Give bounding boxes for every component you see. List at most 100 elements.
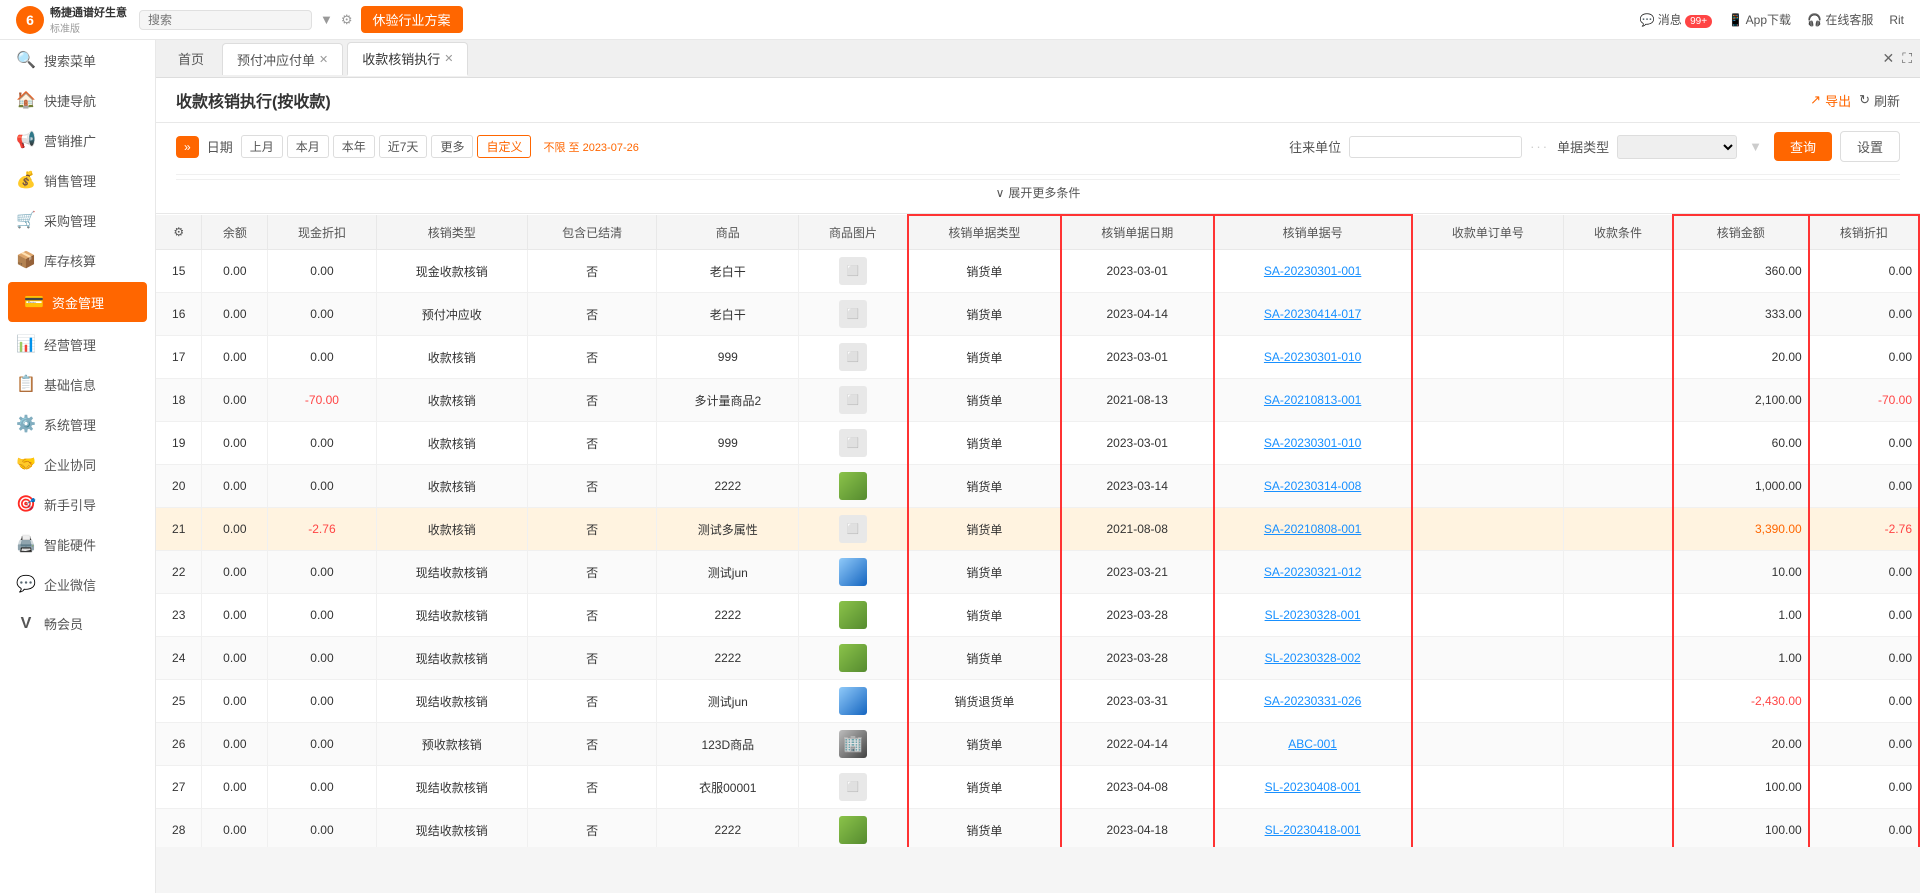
date-btn-more[interactable]: 更多 [431,135,473,158]
sidebar-item-wechat[interactable]: 💬 企业微信 [0,564,155,604]
row-verify-bill-no[interactable]: SL-20230328-002 [1214,637,1412,680]
export-button[interactable]: ↗ 导出 [1810,91,1851,110]
row-verify-bill-no[interactable]: SA-20210813-001 [1214,379,1412,422]
sidebar-item-collab[interactable]: 🤝 企业协同 [0,444,155,484]
table-header-row: ⚙ 余额 现金折扣 核销类型 包含已结清 商品 商品图片 核销单据类型 核销单据… [156,215,1919,250]
row-verify-type: 收款核销 [376,508,527,551]
sidebar-item-basics[interactable]: 📋 基础信息 [0,364,155,404]
sidebar-item-sales[interactable]: 💰 销售管理 [0,160,155,200]
date-btn-this-year[interactable]: 本年 [333,135,375,158]
row-no: 18 [156,379,202,422]
messages-icon[interactable]: 💬 消息 99+ [1639,11,1712,28]
gear-icon[interactable]: ⚙ [341,12,353,28]
sidebar-item-nav[interactable]: 🏠 快捷导航 [0,80,155,120]
sidebar-item-marketing[interactable]: 📢 营销推广 [0,120,155,160]
row-verify-discount: -2.76 [1809,508,1919,551]
row-verify-bill-no[interactable]: SL-20230328-001 [1214,594,1412,637]
row-verify-bill-date: 2023-03-01 [1061,336,1214,379]
row-verify-bill-no[interactable]: SA-20230301-001 [1214,250,1412,293]
row-no: 15 [156,250,202,293]
table-row: 150.000.00现金收款核销否老白干⬜销货单2023-03-01SA-202… [156,250,1919,293]
row-receipt-condition [1564,379,1673,422]
tab-prepay-close[interactable]: ✕ [319,53,328,66]
search-icon: 🔍 [16,50,36,70]
sidebar-item-hardware[interactable]: 🖨️ 智能硬件 [0,524,155,564]
marketing-icon: 📢 [16,130,36,150]
row-verify-bill-no[interactable]: SA-20210808-001 [1214,508,1412,551]
tab-verify-close[interactable]: ✕ [444,52,453,65]
row-goods-img: ⬜ [799,422,908,465]
sidebar-label-member: 畅会员 [44,614,83,633]
page-title: 收款核销执行(按收款) [176,88,331,112]
row-verify-bill-no[interactable]: SL-20230408-001 [1214,766,1412,809]
row-no: 22 [156,551,202,594]
row-verify-bill-no[interactable]: SL-20230418-001 [1214,809,1412,848]
row-goods: 2222 [657,465,799,508]
from-company-input[interactable] [1349,136,1522,158]
sidebar-item-search[interactable]: 🔍 搜索菜单 [0,40,155,80]
row-goods: 2222 [657,637,799,680]
online-service[interactable]: 🎧 在线客服 [1807,11,1873,28]
row-verify-amount: 1.00 [1673,594,1809,637]
filter-bar: » 日期 上月 本月 本年 近7天 更多 自定义 不限 至 2023-07-26 [156,123,1920,214]
row-verify-bill-no[interactable]: SA-20230301-010 [1214,336,1412,379]
row-verify-bill-no[interactable]: SA-20230321-012 [1214,551,1412,594]
row-goods: 老白干 [657,250,799,293]
row-goods-img [799,809,908,848]
tab-expand-icon[interactable]: ⛶ [1902,50,1912,67]
date-btn-7days[interactable]: 近7天 [379,135,428,158]
row-goods: 测试jun [657,551,799,594]
filter-expand-btn[interactable]: » [176,136,199,158]
sidebar-item-finance[interactable]: 💳 资金管理 [8,282,147,322]
dropdown-icon[interactable]: ▼ [320,12,333,27]
date-btn-last-month[interactable]: 上月 [241,135,283,158]
purchase-icon: 🛒 [16,210,36,230]
sidebar-item-management[interactable]: 📊 经营管理 [0,324,155,364]
col-verify-amount: 核销金额 [1673,215,1809,250]
row-goods-img: ⬜ [799,250,908,293]
row-verify-bill-no[interactable]: SA-20230331-026 [1214,680,1412,723]
app-download[interactable]: 📱 App下载 [1728,11,1791,28]
industry-btn[interactable]: 休验行业方案 [361,6,463,33]
row-cash-discount: -70.00 [268,379,376,422]
tab-close-all-icon[interactable]: ✕ [1882,50,1894,67]
date-btn-custom[interactable]: 自定义 [477,135,531,158]
row-goods-img: ⬜ [799,293,908,336]
sidebar-item-purchase[interactable]: 🛒 采购管理 [0,200,155,240]
tab-home[interactable]: 首页 [164,43,218,74]
row-goods-img: ⬜ [799,336,908,379]
col-include-settled: 包含已结清 [527,215,657,250]
row-verify-type: 收款核销 [376,422,527,465]
sidebar-item-member[interactable]: V 畅会员 [0,604,155,643]
sidebar-item-inventory[interactable]: 📦 库存核算 [0,240,155,280]
row-goods: 999 [657,422,799,465]
bill-type-select[interactable] [1617,135,1737,159]
settings-button[interactable]: 设置 [1840,131,1900,162]
top-right: 💬 消息 99+ 📱 App下载 🎧 在线客服 Rit [1639,11,1904,28]
row-verify-bill-no[interactable]: SA-20230301-010 [1214,422,1412,465]
refresh-button[interactable]: ↻ 刷新 [1859,91,1900,110]
query-button[interactable]: 查询 [1774,132,1832,161]
row-verify-type: 现结收款核销 [376,594,527,637]
row-verify-amount: 1.00 [1673,637,1809,680]
sidebar-label-hardware: 智能硬件 [44,535,96,554]
row-verify-bill-no[interactable]: SA-20230414-017 [1214,293,1412,336]
sidebar-item-guide[interactable]: 🎯 新手引导 [0,484,155,524]
table-row: 220.000.00现结收款核销否测试jun销货单2023-03-21SA-20… [156,551,1919,594]
row-verify-amount: 60.00 [1673,422,1809,465]
expand-more-btn[interactable]: ∨ 展开更多条件 [176,179,1900,205]
row-balance: 0.00 [202,336,268,379]
col-settings[interactable]: ⚙ [156,215,202,250]
sidebar-item-system[interactable]: ⚙️ 系统管理 [0,404,155,444]
search-input[interactable] [139,10,312,30]
row-verify-bill-no[interactable]: ABC-001 [1214,723,1412,766]
date-btn-this-month[interactable]: 本月 [287,135,329,158]
tab-prepay[interactable]: 预付冲应付单 ✕ [222,43,343,75]
tab-verify[interactable]: 收款核销执行 ✕ [347,42,468,76]
row-goods: 多计量商品2 [657,379,799,422]
row-verify-amount: 2,100.00 [1673,379,1809,422]
col-balance: 余额 [202,215,268,250]
row-verify-discount: 0.00 [1809,680,1919,723]
row-verify-bill-no[interactable]: SA-20230314-008 [1214,465,1412,508]
row-receipt-order-no [1412,809,1564,848]
